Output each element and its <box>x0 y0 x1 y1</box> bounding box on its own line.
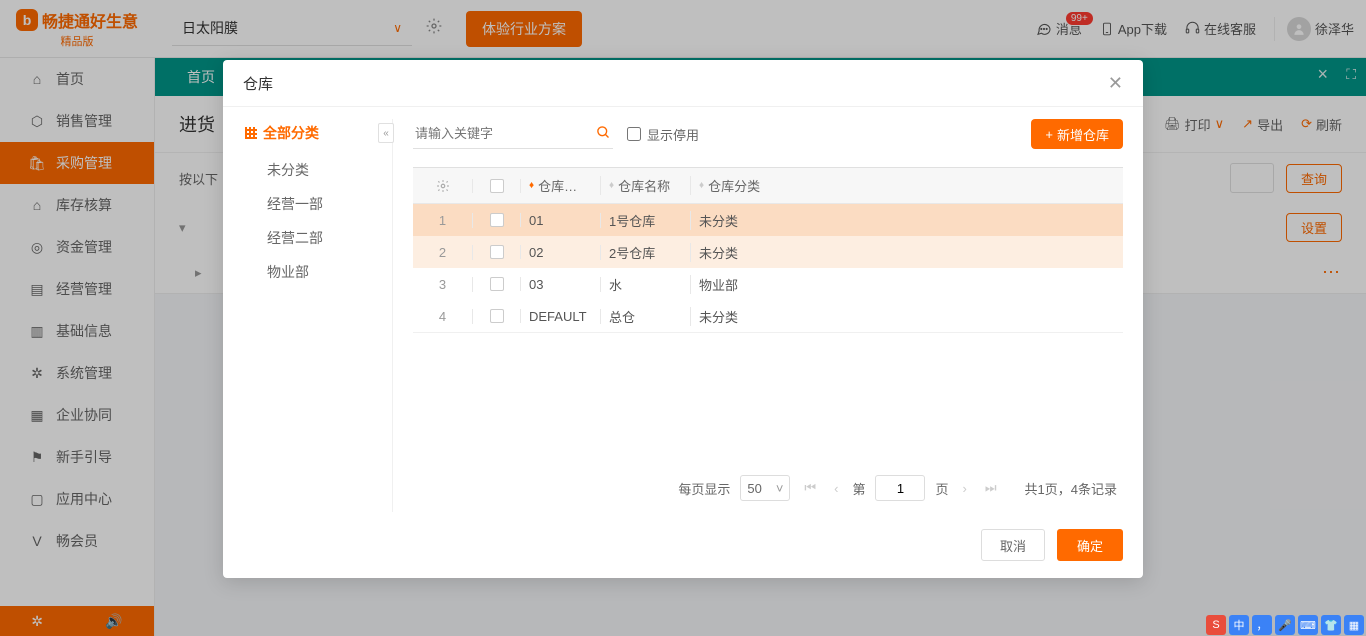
category-item[interactable]: 物业部 <box>245 255 392 289</box>
row-code: 03 <box>521 277 601 292</box>
warehouse-table: ♦ 仓库… ♦ 仓库名称 ♦ 仓库分类 1 01 1号仓库 未分类 2 02 2号仓库… <box>413 167 1123 333</box>
ime-s-icon[interactable]: S <box>1206 615 1226 635</box>
row-cat: 未分类 <box>691 307 1123 326</box>
per-page-label: 每页显示 <box>678 479 730 498</box>
search-input[interactable] <box>413 119 613 148</box>
chevron-down-icon: ˅ <box>776 481 784 496</box>
row-index: 1 <box>413 213 473 228</box>
table-row[interactable]: 2 02 2号仓库 未分类 <box>413 236 1123 268</box>
row-index: 2 <box>413 245 473 260</box>
page-suffix: 页 <box>935 479 948 498</box>
table-toolbar: 显示停用 + 新增仓库 <box>413 119 1123 149</box>
dialog-title: 仓库 <box>243 73 273 94</box>
confirm-label: 确定 <box>1077 536 1103 555</box>
category-item[interactable]: 经营二部 <box>245 221 392 255</box>
col-name[interactable]: ♦ 仓库名称 <box>601 176 691 195</box>
row-cat: 未分类 <box>691 243 1123 262</box>
show-disabled-label: 显示停用 <box>647 125 699 144</box>
search-box <box>413 119 613 149</box>
first-page-icon[interactable]: ⏮ <box>800 480 820 496</box>
ime-punct-icon[interactable]: ， <box>1252 615 1272 635</box>
row-cat: 未分类 <box>691 211 1123 230</box>
row-code: DEFAULT <box>521 309 601 324</box>
show-disabled-checkbox[interactable]: 显示停用 <box>627 125 699 144</box>
ime-cn-icon[interactable]: 中 <box>1229 615 1249 635</box>
next-page-icon[interactable]: › <box>958 481 970 496</box>
row-name: 水 <box>601 275 691 294</box>
cat-all-label: 全部分类 <box>263 123 319 143</box>
table-head: ♦ 仓库… ♦ 仓库名称 ♦ 仓库分类 <box>413 168 1123 204</box>
confirm-button[interactable]: 确定 <box>1057 529 1123 561</box>
table-row[interactable]: 4 DEFAULT 总仓 未分类 <box>413 300 1123 332</box>
col-category[interactable]: ♦ 仓库分类 <box>691 176 1123 195</box>
add-label: 新增仓库 <box>1057 125 1109 144</box>
row-check[interactable] <box>473 245 521 259</box>
dialog-header: 仓库 ✕ <box>223 60 1143 106</box>
close-icon[interactable]: ✕ <box>1108 73 1123 94</box>
sort-icon: ♦ <box>699 180 704 191</box>
page-summary: 共1页，4条记录 <box>1025 479 1117 498</box>
dialog-body: 全部分类 未分类 经营一部 经营二部 物业部 « 显示停用 <box>223 106 1143 512</box>
col-cat-label: 仓库分类 <box>708 176 760 195</box>
table-row[interactable]: 3 03 水 物业部 <box>413 268 1123 300</box>
row-name: 总仓 <box>601 307 691 326</box>
warehouse-dialog: 仓库 ✕ 全部分类 未分类 经营一部 经营二部 物业部 « <box>223 60 1143 578</box>
page-prefix: 第 <box>852 479 865 498</box>
row-code: 01 <box>521 213 601 228</box>
ime-mic-icon[interactable]: 🎤 <box>1275 615 1295 635</box>
sort-icon: ♦ <box>529 180 534 191</box>
grid-icon <box>245 127 257 139</box>
ime-skin-icon[interactable]: 👕 <box>1321 615 1341 635</box>
cancel-button[interactable]: 取消 <box>981 529 1045 561</box>
row-name: 2号仓库 <box>601 243 691 262</box>
row-name: 1号仓库 <box>601 211 691 230</box>
add-warehouse-button[interactable]: + 新增仓库 <box>1031 119 1123 149</box>
plus-icon: + <box>1045 127 1053 142</box>
prev-page-icon[interactable]: ‹ <box>830 481 842 496</box>
row-cat: 物业部 <box>691 275 1123 294</box>
row-index: 3 <box>413 277 473 292</box>
row-check[interactable] <box>473 309 521 323</box>
gear-column[interactable] <box>413 179 473 193</box>
search-icon[interactable] <box>596 125 611 143</box>
cancel-label: 取消 <box>1000 536 1026 555</box>
category-all[interactable]: 全部分类 <box>245 123 392 143</box>
ime-tray: S 中 ， 🎤 ⌨ 👕 ▦ <box>1206 614 1366 636</box>
check-all[interactable] <box>473 179 521 193</box>
collapse-icon[interactable]: « <box>378 123 394 143</box>
col-code[interactable]: ♦ 仓库… <box>521 176 601 195</box>
category-item[interactable]: 经营一部 <box>245 187 392 221</box>
col-code-label: 仓库… <box>538 176 577 195</box>
table-panel: 显示停用 + 新增仓库 ♦ 仓库… ♦ 仓库名称 ♦ 仓库分类 1 <box>393 119 1143 512</box>
category-panel: 全部分类 未分类 经营一部 经营二部 物业部 « <box>223 119 393 512</box>
row-check[interactable] <box>473 213 521 227</box>
ime-kb-icon[interactable]: ⌨ <box>1298 615 1318 635</box>
last-page-icon[interactable]: ⏭ <box>981 480 1001 496</box>
row-check[interactable] <box>473 277 521 291</box>
row-code: 02 <box>521 245 601 260</box>
ime-grid-icon[interactable]: ▦ <box>1344 615 1364 635</box>
checkbox-input[interactable] <box>627 127 641 141</box>
pagination: 每页显示 50 ˅ ⏮ ‹ 第 页 › ⏭ 共1页，4条记录 <box>413 464 1123 512</box>
dialog-footer: 取消 确定 <box>223 512 1143 578</box>
col-name-label: 仓库名称 <box>618 176 670 195</box>
row-index: 4 <box>413 309 473 324</box>
sort-icon: ♦ <box>609 180 614 191</box>
page-input[interactable] <box>875 475 925 501</box>
category-item[interactable]: 未分类 <box>245 153 392 187</box>
per-page-select[interactable]: 50 ˅ <box>740 475 790 501</box>
per-page-value: 50 <box>747 481 761 496</box>
table-row[interactable]: 1 01 1号仓库 未分类 <box>413 204 1123 236</box>
